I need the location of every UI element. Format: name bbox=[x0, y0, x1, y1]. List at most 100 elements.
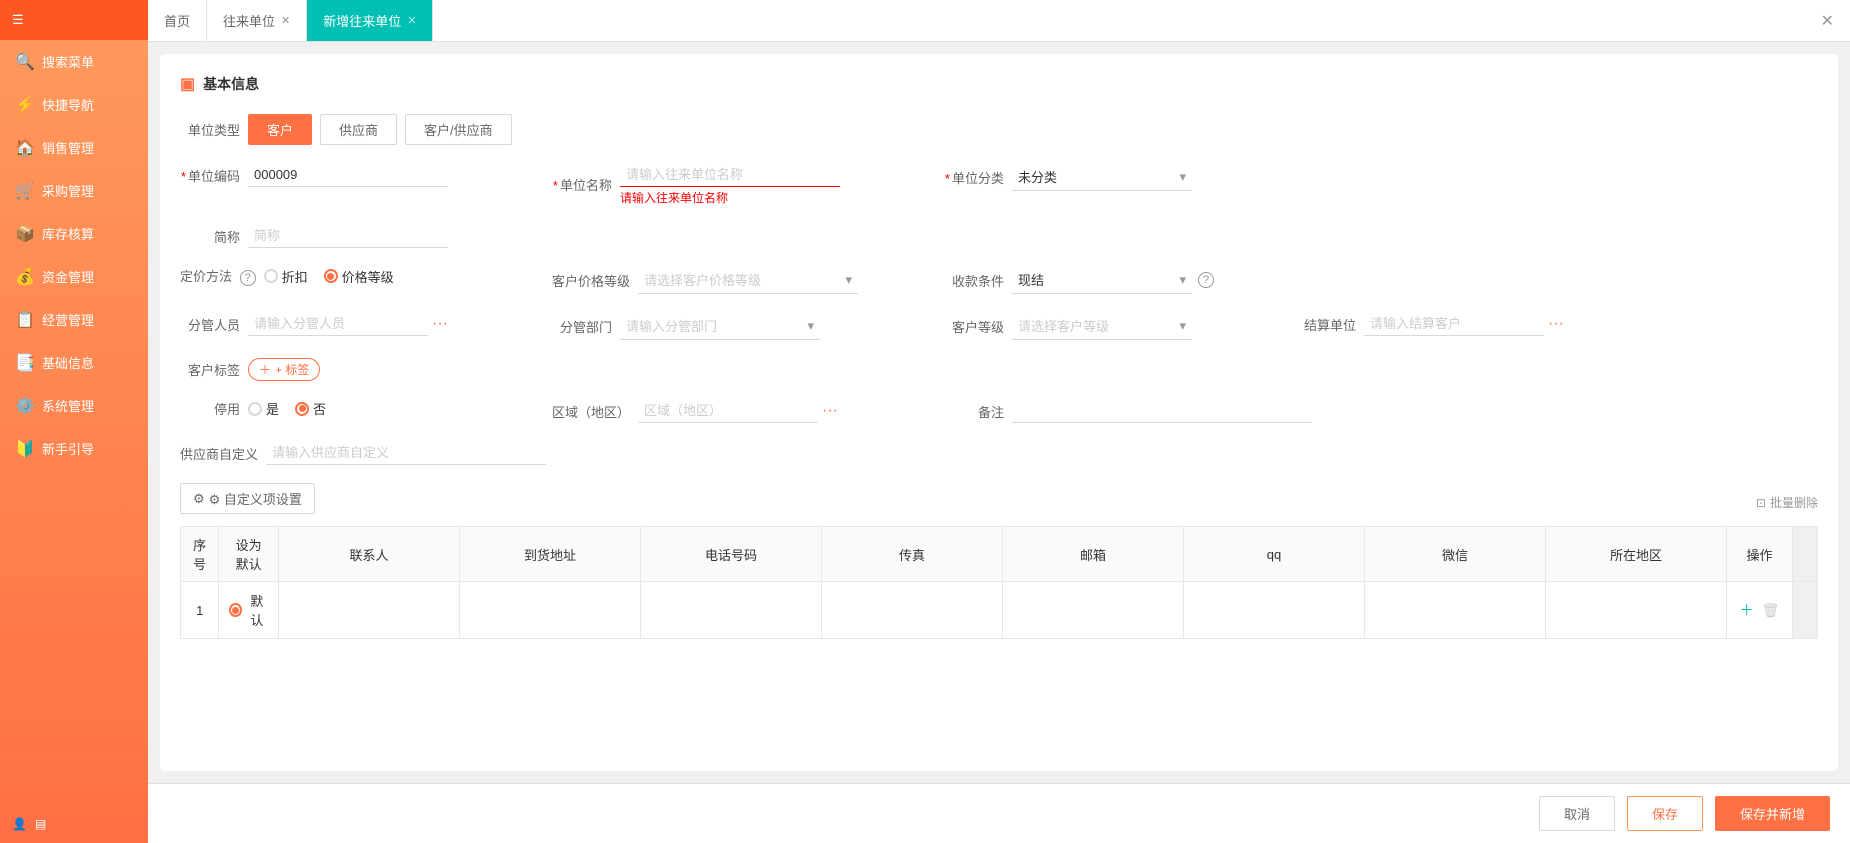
disabled-no-option[interactable]: 否 bbox=[295, 399, 326, 418]
settlement-unit-input[interactable] bbox=[1364, 312, 1544, 336]
cell-qq[interactable] bbox=[1183, 582, 1364, 639]
sidebar-item-basic-info[interactable]: 📑 基础信息 bbox=[0, 341, 148, 384]
cell-email[interactable] bbox=[1002, 582, 1183, 639]
default-radio[interactable] bbox=[229, 603, 242, 617]
custom-settings-button[interactable]: ⚙ ⚙ 自定义项设置 bbox=[180, 483, 315, 514]
col-fax: 传真 bbox=[821, 527, 1002, 582]
remark-input[interactable] bbox=[1012, 399, 1312, 423]
unit-code-label: *单位编码 bbox=[180, 166, 240, 185]
unit-code-group: *单位编码 bbox=[180, 163, 520, 187]
type-btn-both[interactable]: 客户/供应商 bbox=[405, 114, 512, 145]
cell-fax[interactable] bbox=[821, 582, 1002, 639]
sidebar-item-purchase[interactable]: 🛒 采购管理 bbox=[0, 169, 148, 212]
unit-type-row: 单位类型 客户 供应商 客户/供应商 bbox=[180, 114, 1818, 145]
contact-input[interactable] bbox=[289, 599, 449, 622]
wechat-input[interactable] bbox=[1375, 599, 1535, 622]
tab-partners-close[interactable]: ✕ bbox=[281, 14, 290, 27]
cell-wechat[interactable] bbox=[1364, 582, 1545, 639]
unit-type-buttons: 客户 供应商 客户/供应商 bbox=[248, 114, 512, 145]
customer-price-level-select[interactable]: 请选择客户价格等级 ▾ bbox=[638, 266, 858, 294]
email-input[interactable] bbox=[1013, 599, 1173, 622]
sidebar-item-sales[interactable]: 🏠 销售管理 bbox=[0, 126, 148, 169]
fax-input[interactable] bbox=[832, 599, 992, 622]
address-input[interactable] bbox=[470, 599, 630, 622]
manager-input[interactable] bbox=[248, 312, 428, 336]
code-name-category-row: *单位编码 *单位名称 请输入往来单位名称 *单位分类 未分类 ▾ bbox=[180, 163, 1818, 206]
save-add-button[interactable]: 保存并新增 bbox=[1715, 796, 1830, 831]
payment-terms-arrow-icon: ▾ bbox=[1179, 272, 1186, 288]
sidebar-item-system[interactable]: ⚙️ 系统管理 bbox=[0, 384, 148, 427]
remark-label: 备注 bbox=[944, 402, 1004, 421]
payment-terms-select[interactable]: 现结 ▾ bbox=[1012, 266, 1192, 294]
disabled-yes-option[interactable]: 是 bbox=[248, 399, 279, 418]
manager-group: 分管人员 ··· bbox=[180, 312, 520, 336]
pricing-label: 定价方法 ? bbox=[180, 266, 256, 286]
tab-home[interactable]: 首页 bbox=[148, 0, 207, 41]
sidebar-item-operations[interactable]: 📋 经营管理 bbox=[0, 298, 148, 341]
supplier-custom-input[interactable] bbox=[266, 441, 546, 465]
pricing-level-option[interactable]: 价格等级 bbox=[324, 267, 394, 286]
sidebar-bottom: 👤 ▤ bbox=[0, 805, 148, 843]
main-close-btn[interactable]: ✕ bbox=[1805, 11, 1850, 31]
tab-new-partner[interactable]: 新增往来单位 ✕ bbox=[307, 0, 433, 41]
region-group: 区域（地区） ··· bbox=[552, 399, 912, 423]
col-contact: 联系人 bbox=[278, 527, 459, 582]
short-name-group: 简称 bbox=[180, 224, 520, 248]
cell-address[interactable] bbox=[459, 582, 640, 639]
unit-name-stack: 请输入往来单位名称 bbox=[620, 163, 840, 206]
batch-delete-btn[interactable]: ⊡ 批量删除 bbox=[1756, 494, 1818, 511]
tags-group: 客户标签 ＋ + 标签 bbox=[180, 358, 1818, 381]
sidebar: ☰ 🔍 搜索菜单 ⚡ 快捷导航 🏠 销售管理 🛒 采购管理 📦 库存核算 💰 资… bbox=[0, 0, 148, 843]
region-input[interactable] bbox=[638, 399, 818, 423]
col-address: 到货地址 bbox=[459, 527, 640, 582]
cell-default[interactable]: 默认 bbox=[219, 582, 279, 639]
cancel-button[interactable]: 取消 bbox=[1539, 796, 1615, 831]
disabled-no-radio[interactable] bbox=[295, 402, 309, 416]
default-radio-cell: 默认 bbox=[229, 591, 268, 629]
settlement-unit-dots-btn[interactable]: ··· bbox=[1544, 315, 1568, 333]
add-tag-button[interactable]: ＋ + 标签 bbox=[248, 358, 320, 381]
col-phone: 电话号码 bbox=[640, 527, 821, 582]
col-qq: qq bbox=[1183, 527, 1364, 582]
sidebar-item-inventory[interactable]: 📦 库存核算 bbox=[0, 212, 148, 255]
unit-category-select[interactable]: 未分类 ▾ bbox=[1012, 163, 1192, 191]
tab-partners[interactable]: 往来单位 ✕ bbox=[207, 0, 307, 41]
sidebar-item-finance[interactable]: 💰 资金管理 bbox=[0, 255, 148, 298]
sidebar-item-quick-nav[interactable]: ⚡ 快捷导航 bbox=[0, 83, 148, 126]
unit-code-input[interactable] bbox=[248, 163, 448, 187]
type-btn-supplier[interactable]: 供应商 bbox=[320, 114, 397, 145]
department-select[interactable]: 请输入分管部门 ▾ bbox=[620, 312, 820, 340]
payment-terms-help-icon[interactable]: ? bbox=[1198, 272, 1214, 288]
tab-new-partner-close[interactable]: ✕ bbox=[407, 14, 416, 27]
customer-price-level-label: 客户价格等级 bbox=[552, 271, 630, 290]
pricing-level-radio[interactable] bbox=[324, 269, 338, 283]
unit-name-input[interactable] bbox=[620, 163, 840, 187]
short-name-input[interactable] bbox=[248, 224, 448, 248]
bars-icon: ▤ bbox=[35, 817, 46, 831]
default-radio-option[interactable]: 默认 bbox=[229, 591, 268, 629]
sidebar-item-search[interactable]: 🔍 搜索菜单 bbox=[0, 40, 148, 83]
save-button[interactable]: 保存 bbox=[1627, 796, 1703, 831]
cell-region[interactable] bbox=[1545, 582, 1726, 639]
type-btn-customer[interactable]: 客户 bbox=[248, 114, 312, 145]
manager-dots-btn[interactable]: ··· bbox=[428, 315, 452, 333]
add-row-btn[interactable]: ＋ bbox=[1740, 600, 1754, 620]
row-region-input[interactable] bbox=[1556, 599, 1716, 622]
delete-row-btn[interactable]: 🗑 bbox=[1762, 600, 1780, 620]
region-dots-btn[interactable]: ··· bbox=[818, 402, 842, 420]
disabled-yes-radio[interactable] bbox=[248, 402, 262, 416]
pricing-discount-radio[interactable] bbox=[264, 269, 278, 283]
col-actions: 操作 bbox=[1726, 527, 1792, 582]
pricing-discount-option[interactable]: 折扣 bbox=[264, 267, 308, 286]
qq-input[interactable] bbox=[1194, 599, 1354, 622]
unit-name-label: *单位名称 bbox=[552, 175, 612, 194]
sidebar-logo: ☰ bbox=[0, 0, 148, 40]
unit-type-label: 单位类型 bbox=[180, 120, 240, 139]
main-area: 首页 往来单位 ✕ 新增往来单位 ✕ ✕ ▣ 基本信息 单位类型 客户 供应商 … bbox=[148, 0, 1850, 843]
phone-input[interactable] bbox=[651, 599, 811, 622]
cell-contact[interactable] bbox=[278, 582, 459, 639]
pricing-help-icon[interactable]: ? bbox=[240, 270, 256, 286]
customer-level-select[interactable]: 请选择客户等级 ▾ bbox=[1012, 312, 1192, 340]
sidebar-item-new-guide[interactable]: 🔰 新手引导 bbox=[0, 427, 148, 470]
cell-phone[interactable] bbox=[640, 582, 821, 639]
